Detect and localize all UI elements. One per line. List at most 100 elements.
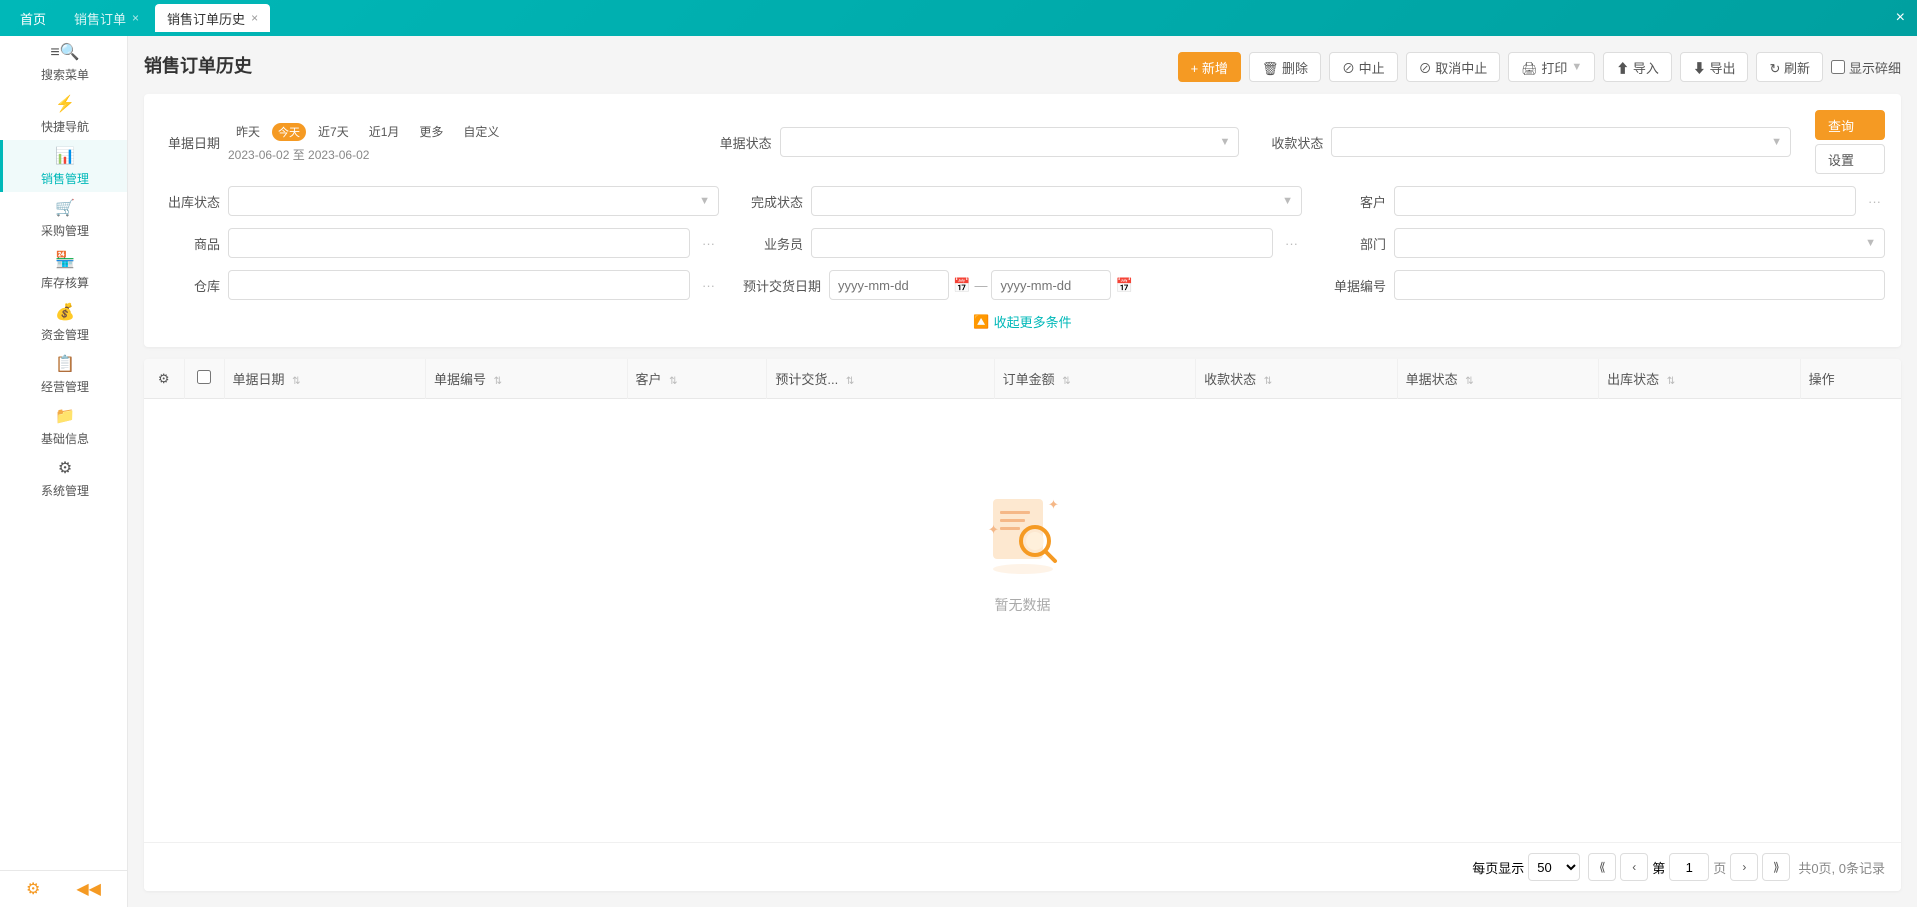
page-size-dropdown[interactable]: 10 20 50 100 xyxy=(1528,853,1580,881)
th-payment-status[interactable]: 收款状态 ⇅ xyxy=(1196,359,1398,399)
sidebar-item-system-mgmt[interactable]: ⚙ 系统管理 xyxy=(0,452,127,504)
export-button[interactable]: ⬇ 导出 xyxy=(1680,52,1749,82)
dept-select[interactable]: ▼ xyxy=(1394,228,1885,258)
expected-date-to[interactable] xyxy=(991,270,1111,300)
payment-status-select[interactable]: ▼ xyxy=(1331,127,1791,157)
customer-more-icon[interactable]: ··· xyxy=(1864,194,1885,209)
settings-button[interactable]: 设置 xyxy=(1815,144,1885,174)
salesperson-input[interactable] xyxy=(811,228,1273,258)
th-order-amount-label: 订单金额 xyxy=(1003,372,1055,387)
th-doc-status[interactable]: 单据状态 ⇅ xyxy=(1397,359,1599,399)
doc-date-label: 单据日期 xyxy=(160,133,220,152)
filter-row-2: 出库状态 ▼ 完成状态 ▼ 客户 xyxy=(160,186,1885,216)
date-tabs: 昨天 今天 近7天 近1月 更多 自定义 xyxy=(228,121,688,142)
sidebar-inventory-calc-label: 库存核算 xyxy=(41,274,89,291)
sidebar-item-sales-mgmt[interactable]: 📊 销售管理 xyxy=(0,140,127,192)
th-order-amount[interactable]: 订单金额 ⇅ xyxy=(994,359,1196,399)
refresh-button[interactable]: ↻ 刷新 xyxy=(1756,52,1823,82)
tab-sales-order-history[interactable]: 销售订单历史 × xyxy=(155,4,270,32)
print-button[interactable]: 🖨 打印 ▼ xyxy=(1508,52,1595,82)
filter-goods: 商品 ··· xyxy=(160,228,719,258)
date-tab-last7[interactable]: 近7天 xyxy=(310,121,357,142)
filter-row-3: 商品 ··· 业务员 ··· 部门 ▼ xyxy=(160,228,1885,258)
complete-status-select[interactable]: ▼ xyxy=(811,186,1302,216)
warehouse-more-icon[interactable]: ··· xyxy=(698,278,719,293)
date-tab-more[interactable]: 更多 xyxy=(411,121,451,142)
out-status-label: 出库状态 xyxy=(160,192,220,211)
salesperson-label: 业务员 xyxy=(743,234,803,253)
sidebar-purchase-mgmt-label: 采购管理 xyxy=(41,222,89,239)
filter-payment-status: 收款状态 ▼ xyxy=(1263,127,1791,157)
date-tab-yesterday[interactable]: 昨天 xyxy=(228,121,268,142)
main-layout: ≡🔍 搜索菜单 ⚡ 快捷导航 📊 销售管理 🛒 采购管理 🏪 库存核算 💰 资金… xyxy=(0,36,1917,907)
th-checkbox[interactable] xyxy=(184,359,224,399)
salesperson-more-icon[interactable]: ··· xyxy=(1281,236,1302,251)
page-input[interactable] xyxy=(1669,853,1709,881)
th-expected-date-sort-icon: ⇅ xyxy=(846,376,854,387)
tab-sales-order-close[interactable]: × xyxy=(132,12,139,24)
sidebar-item-quick-nav[interactable]: ⚡ 快捷导航 xyxy=(0,88,127,140)
th-doc-number-label: 单据编号 xyxy=(434,372,486,387)
window-close-button[interactable]: × xyxy=(1892,9,1909,27)
sidebar-item-basic-info[interactable]: 📁 基础信息 xyxy=(0,400,127,452)
doc-status-label: 单据状态 xyxy=(712,133,772,152)
new-button[interactable]: + 新增 xyxy=(1178,52,1241,82)
import-button[interactable]: ⬆ 导入 xyxy=(1603,52,1672,82)
filter-warehouse: 仓库 ··· xyxy=(160,270,719,300)
expected-date-from-cal-icon[interactable]: 📅 xyxy=(953,277,970,294)
date-tab-custom[interactable]: 自定义 xyxy=(455,121,507,142)
page-first-button[interactable]: ⟪ xyxy=(1588,853,1616,881)
sidebar-item-purchase-mgmt[interactable]: 🛒 采购管理 xyxy=(0,192,127,244)
th-settings[interactable]: ⚙ xyxy=(144,359,184,399)
sidebar-item-fund-mgmt[interactable]: 💰 资金管理 xyxy=(0,296,127,348)
payment-status-dropdown-icon: ▼ xyxy=(1771,136,1782,148)
expected-date-from[interactable] xyxy=(829,270,949,300)
page-last-button[interactable]: ⟫ xyxy=(1762,853,1790,881)
filter-salesperson: 业务员 ··· xyxy=(743,228,1302,258)
out-status-select[interactable]: ▼ xyxy=(228,186,719,216)
page-title: 销售订单历史 xyxy=(144,52,252,78)
tab-home[interactable]: 首页 xyxy=(8,4,58,32)
sidebar-collapse-icon[interactable]: ◀◀ xyxy=(76,879,101,899)
th-customer[interactable]: 客户 ⇅ xyxy=(627,359,767,399)
date-tab-today[interactable]: 今天 xyxy=(272,123,306,141)
page-next-button[interactable]: › xyxy=(1730,853,1758,881)
toolbar: + 新增 🗑 删除 ⊘ 中止 ⊘ 取消中止 🖨 打印 ▼ ⬆ 导入 ⬇ 导出 ↻… xyxy=(1178,52,1901,82)
display-cols-checkbox-label[interactable]: 显示碎细 xyxy=(1831,58,1901,77)
tab-sales-order-history-close[interactable]: × xyxy=(251,12,258,24)
th-doc-date[interactable]: 单据日期 ⇅ xyxy=(224,359,426,399)
th-out-status[interactable]: 出库状态 ⇅ xyxy=(1599,359,1801,399)
th-doc-number[interactable]: 单据编号 ⇅ xyxy=(426,359,628,399)
delete-button[interactable]: 🗑 删除 xyxy=(1249,52,1321,82)
display-cols-checkbox[interactable] xyxy=(1831,60,1845,74)
th-doc-status-label: 单据状态 xyxy=(1406,372,1458,387)
collapse-row[interactable]: 🔼 收起更多条件 xyxy=(160,312,1885,331)
sidebar-item-search-menu[interactable]: ≡🔍 搜索菜单 xyxy=(0,36,127,88)
cancel-stop-button[interactable]: ⊘ 取消中止 xyxy=(1406,52,1501,82)
customer-input[interactable] xyxy=(1394,186,1856,216)
warehouse-input[interactable] xyxy=(228,270,690,300)
tab-sales-order[interactable]: 销售订单 × xyxy=(62,4,151,32)
query-button[interactable]: 查询 xyxy=(1815,110,1885,140)
goods-more-icon[interactable]: ··· xyxy=(698,236,719,251)
sidebar-item-operations-mgmt[interactable]: 📋 经营管理 xyxy=(0,348,127,400)
payment-status-label: 收款状态 xyxy=(1263,133,1323,152)
table-settings-icon[interactable]: ⚙ xyxy=(158,371,170,386)
date-tab-last1m[interactable]: 近1月 xyxy=(361,121,408,142)
stop-button[interactable]: ⊘ 中止 xyxy=(1329,52,1398,82)
goods-input[interactable] xyxy=(228,228,690,258)
page-size-label: 每页显示 xyxy=(1472,858,1524,877)
sidebar-settings-icon[interactable]: ⚙ xyxy=(26,879,40,899)
sidebar-item-inventory-calc[interactable]: 🏪 库存核算 xyxy=(0,244,127,296)
print-label: 🖨 打印 xyxy=(1521,58,1567,77)
expected-date-to-cal-icon[interactable]: 📅 xyxy=(1115,277,1132,294)
fund-mgmt-icon: 💰 xyxy=(55,302,75,322)
data-table: ⚙ 单据日期 ⇅ 单据编号 xyxy=(144,359,1901,399)
dept-label: 部门 xyxy=(1326,234,1386,253)
select-all-checkbox[interactable] xyxy=(197,370,211,384)
page-prev-button[interactable]: ‹ xyxy=(1620,853,1648,881)
th-expected-date[interactable]: 预计交货... ⇅ xyxy=(767,359,994,399)
doc-status-select[interactable]: ▼ xyxy=(780,127,1240,157)
doc-number-input[interactable] xyxy=(1394,270,1885,300)
empty-illustration: ✦ ✦ xyxy=(973,479,1073,579)
